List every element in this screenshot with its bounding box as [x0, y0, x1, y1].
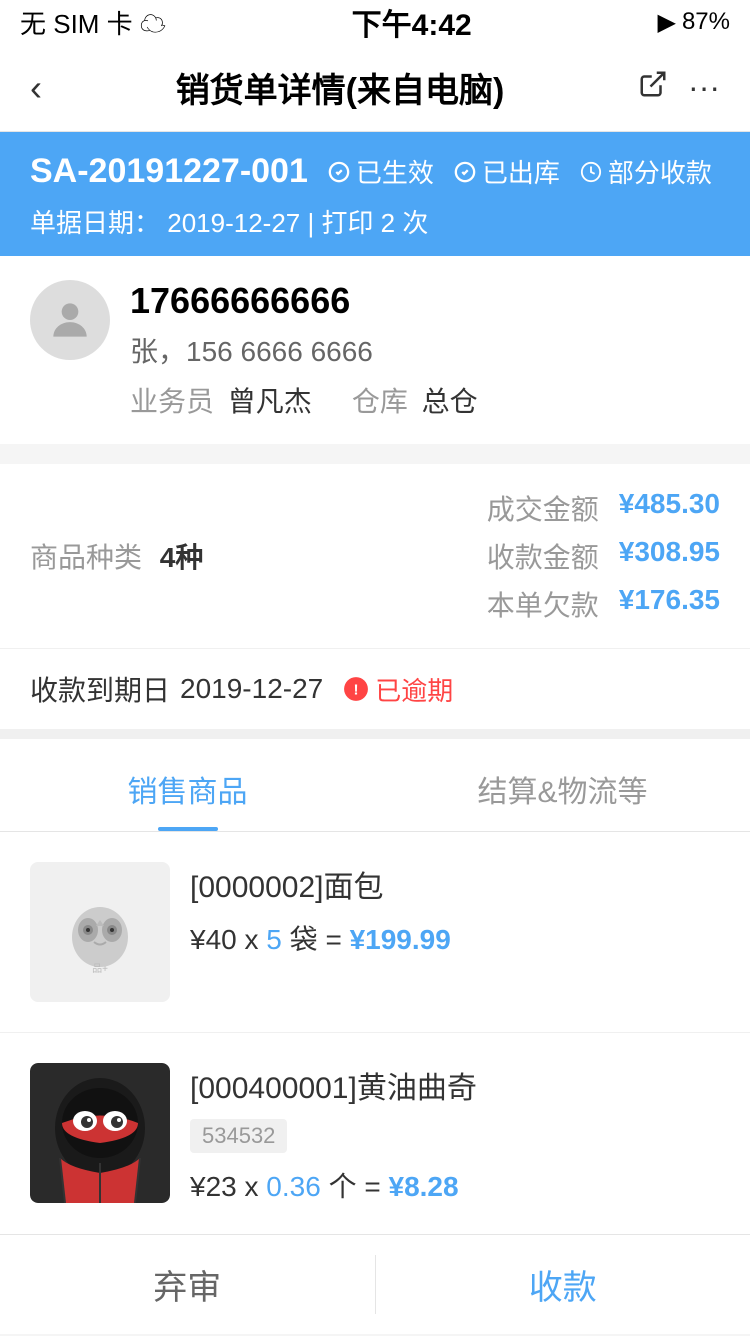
- order-header: SA-20191227-001 已生效 已出库 部分收款 单据日期： 2019-…: [0, 132, 750, 256]
- product-type: 商品种类 4种: [30, 536, 203, 576]
- product-item: [000400001]黄油曲奇 534532 ¥23 x 0.36 个 = ¥8…: [0, 1033, 750, 1236]
- summary-section: 商品种类 4种 成交金额 ¥485.30 收款金额 ¥308.95 本单欠款 ¥…: [0, 464, 750, 648]
- page-title: 销货单详情(来自电脑): [176, 63, 505, 112]
- customer-id: 17666666666: [130, 280, 720, 322]
- received-label: 收款金额: [487, 536, 599, 576]
- date-label: 单据日期：: [30, 208, 160, 238]
- order-id-row: SA-20191227-001 已生效 已出库 部分收款: [30, 152, 720, 191]
- battery-icon: ▶: [657, 8, 675, 37]
- print-info: | 打印 2 次: [307, 208, 428, 238]
- back-button[interactable]: ‹: [30, 67, 42, 109]
- due-date-label: 收款到期日: [30, 669, 170, 709]
- more-icon[interactable]: ···: [688, 69, 720, 106]
- unit-1: 袋: [290, 924, 318, 955]
- owed-label: 本单欠款: [487, 584, 599, 624]
- product-name-1: [0000002]面包: [190, 862, 720, 906]
- equals-1: =: [325, 924, 349, 955]
- share-icon[interactable]: [638, 69, 668, 107]
- amount-label: 成交金额: [487, 488, 599, 528]
- total-1: ¥199.99: [350, 924, 451, 955]
- status-effective-label: 已生效: [356, 153, 434, 190]
- qty-1: 5: [266, 924, 282, 955]
- product-item: 品+ [0000002]面包 ¥40 x 5 袋 = ¥199.99: [0, 832, 750, 1033]
- bottom-bar: 弃审 收款: [0, 1234, 750, 1334]
- product-details-2: [000400001]黄油曲奇 534532 ¥23 x 0.36 个 = ¥8…: [190, 1063, 720, 1205]
- equals-2: =: [364, 1171, 388, 1202]
- warehouse-label: 仓库: [352, 386, 408, 417]
- due-date-value: 2019-12-27: [180, 673, 323, 705]
- received-line: 收款金额 ¥308.95: [487, 536, 720, 576]
- order-id: SA-20191227-001: [30, 152, 308, 191]
- svg-text:!: !: [354, 681, 359, 698]
- status-shipped-label: 已出库: [482, 153, 560, 190]
- tab-settlement[interactable]: 结算&物流等: [375, 739, 750, 831]
- warehouse-value: 总仓: [422, 386, 478, 417]
- customer-meta: 业务员 曾凡杰 仓库 总仓: [130, 380, 720, 420]
- product-sku-2: 534532: [190, 1119, 287, 1153]
- total-2: ¥8.28: [389, 1171, 459, 1202]
- customer-avatar: [30, 280, 110, 360]
- amount-details: 成交金额 ¥485.30 收款金额 ¥308.95 本单欠款 ¥176.35: [487, 488, 720, 624]
- amount-line: 成交金额 ¥485.30: [487, 488, 720, 528]
- product-price-1: ¥40 x 5 袋 = ¥199.99: [190, 918, 720, 958]
- status-time: 下午4:42: [352, 0, 472, 44]
- cancel-button[interactable]: 弃审: [0, 1235, 375, 1334]
- owed-value: ¥176.35: [619, 584, 720, 624]
- price-unit-2: ¥23: [190, 1171, 237, 1202]
- status-partial: 部分收款: [580, 153, 712, 190]
- overdue-text: 已逾期: [375, 671, 453, 708]
- tabs: 销售商品 结算&物流等: [0, 739, 750, 832]
- warehouse-item: 仓库 总仓: [352, 380, 478, 420]
- nav-bar: ‹ 销货单详情(来自电脑) ···: [0, 44, 750, 132]
- nav-actions: ···: [638, 69, 720, 107]
- status-effective: 已生效: [328, 153, 434, 190]
- type-value: 4种: [160, 542, 204, 573]
- product-name-2: [000400001]黄油曲奇: [190, 1063, 720, 1107]
- staff-item: 业务员 曾凡杰: [130, 380, 312, 420]
- owed-line: 本单欠款 ¥176.35: [487, 584, 720, 624]
- customer-section: 17666666666 张，156 6666 6666 业务员 曾凡杰 仓库 总…: [0, 256, 750, 444]
- overdue-badge: ! 已逾期: [343, 671, 453, 708]
- tab-products-label: 销售商品: [128, 776, 248, 809]
- product-details-1: [0000002]面包 ¥40 x 5 袋 = ¥199.99: [190, 862, 720, 958]
- tab-products[interactable]: 销售商品: [0, 739, 375, 831]
- status-left: 无 SIM 卡 ☁: [20, 4, 166, 41]
- unit-2: 个: [329, 1171, 357, 1202]
- customer-name-phone: 张，156 6666 6666: [130, 330, 720, 370]
- product-image-1: 品+: [30, 862, 170, 1002]
- qty-2: 0.36: [266, 1171, 321, 1202]
- status-bar: 无 SIM 卡 ☁ 下午4:42 ▶ 87%: [0, 0, 750, 44]
- status-shipped: 已出库: [454, 153, 560, 190]
- price-unit-1: ¥40: [190, 924, 237, 955]
- confirm-button[interactable]: 收款: [376, 1235, 750, 1334]
- svg-text:品+: 品+: [92, 963, 108, 975]
- summary-row: 商品种类 4种 成交金额 ¥485.30 收款金额 ¥308.95 本单欠款 ¥…: [30, 488, 720, 624]
- price-x-1: x: [245, 924, 267, 955]
- due-date-section: 收款到期日 2019-12-27 ! 已逾期: [0, 648, 750, 739]
- battery-percent: 87%: [682, 8, 730, 36]
- received-value: ¥308.95: [619, 536, 720, 576]
- staff-label: 业务员: [130, 386, 214, 417]
- product-list: 品+ [0000002]面包 ¥40 x 5 袋 = ¥199.99: [0, 832, 750, 1236]
- product-price-2: ¥23 x 0.36 个 = ¥8.28: [190, 1165, 720, 1205]
- status-partial-label: 部分收款: [608, 153, 712, 190]
- customer-info: 17666666666 张，156 6666 6666 业务员 曾凡杰 仓库 总…: [130, 280, 720, 420]
- status-right: ▶ 87%: [657, 8, 730, 37]
- order-date-row: 单据日期： 2019-12-27 | 打印 2 次: [30, 203, 720, 240]
- price-x-2: x: [245, 1171, 267, 1202]
- type-label: 商品种类: [30, 542, 142, 573]
- product-image-2: [30, 1063, 170, 1203]
- tab-settlement-label: 结算&物流等: [477, 776, 647, 809]
- staff-value: 曾凡杰: [228, 386, 312, 417]
- order-date: 2019-12-27: [167, 208, 300, 238]
- amount-value: ¥485.30: [619, 488, 720, 528]
